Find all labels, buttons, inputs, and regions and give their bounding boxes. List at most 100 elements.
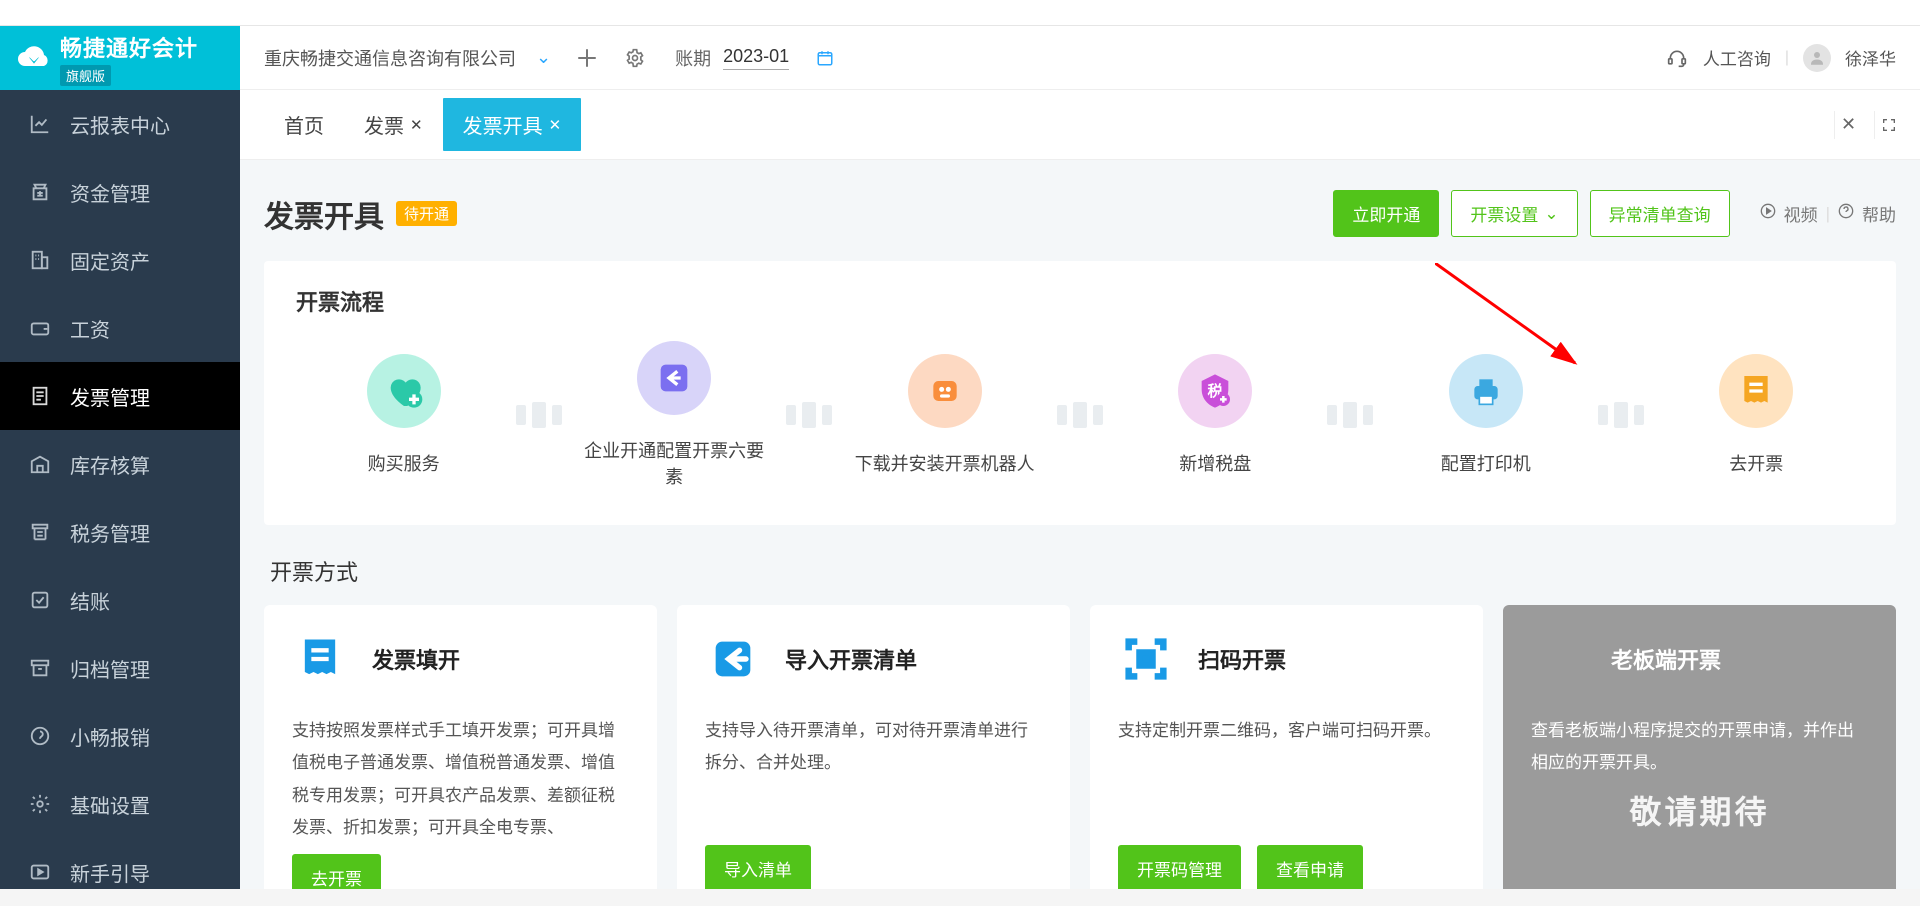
- brand-name: 畅捷通好会计: [60, 31, 198, 63]
- headset-icon[interactable]: [1665, 46, 1689, 70]
- card-title: 发票填开: [372, 643, 460, 675]
- method-card-4: 老板端开票查看老板端小程序提交的开票申请，并作出相应的开票开具。敬请期待: [1503, 605, 1896, 889]
- sidebar-item-invoice[interactable]: 发票管理: [0, 362, 240, 430]
- sidebar-item-guide[interactable]: 新手引导: [0, 838, 240, 906]
- card-desc: 支持导入待开票清单，可对待开票清单进行拆分、合并处理。: [705, 715, 1042, 835]
- card-desc: 支持定制开票二维码，客户端可扫码开票。: [1118, 715, 1455, 835]
- flow-panel: 开票流程 购买服务企业开通配置开票六要素下载并安装开票机器人税新增税盘配置打印机…: [264, 261, 1896, 525]
- tab-发票[interactable]: 发票✕: [344, 98, 443, 151]
- tab-发票开具[interactable]: 发票开具✕: [443, 98, 582, 151]
- scan-icon: [1118, 631, 1174, 687]
- card-action-button[interactable]: 导入清单: [705, 845, 811, 889]
- heart-plus-icon: [367, 354, 441, 428]
- exception-query-button[interactable]: 异常清单查询: [1590, 190, 1730, 237]
- card-action-button[interactable]: 查看申请: [1257, 845, 1363, 889]
- chevron-down-icon: ⌄: [536, 47, 551, 68]
- consult-link[interactable]: 人工咨询: [1703, 45, 1771, 70]
- flow-step-6[interactable]: 去开票: [1661, 354, 1851, 476]
- username[interactable]: 徐泽华: [1845, 45, 1896, 70]
- calendar-icon[interactable]: [813, 46, 837, 70]
- flow-connector: [1598, 402, 1644, 428]
- sidebar-item-label: 税务管理: [70, 518, 150, 547]
- sidebar-item-chart[interactable]: 云报表中心: [0, 90, 240, 158]
- chart-icon: [28, 112, 52, 136]
- method-card-3: 扫码开票支持定制开票二维码，客户端可扫码开票。开票码管理查看申请: [1090, 605, 1483, 889]
- fullscreen-icon[interactable]: [1874, 111, 1902, 139]
- receipt-icon: [1719, 354, 1793, 428]
- flow-step-label: 下载并安装开票机器人: [855, 450, 1035, 476]
- method-card-1: 发票填开支持按照发票样式手工填开发票；可开具增值税电子普通发票、增值税普通发票、…: [264, 605, 657, 889]
- coming-soon-overlay: 敬请期待: [1503, 787, 1896, 833]
- robot-icon: [908, 354, 982, 428]
- card-title: 扫码开票: [1198, 643, 1286, 675]
- sidebar-item-money[interactable]: 资金管理: [0, 158, 240, 226]
- browser-chrome-spacer: [0, 0, 1920, 26]
- play-icon: [1760, 203, 1776, 224]
- flow-step-4[interactable]: 税新增税盘: [1120, 354, 1310, 476]
- close-icon[interactable]: ✕: [549, 116, 562, 134]
- main-content: 发票开具 待开通 立即开通 开票设置 ⌄ 异常清单查询 视频 | 帮助 开票流程…: [240, 160, 1920, 889]
- close-book-icon: [28, 588, 52, 612]
- card-title: 导入开票清单: [785, 643, 917, 675]
- top-header: 重庆畅捷交通信息咨询有限公司 ⌄ 账期 2023-01 人工咨询 | 徐泽华: [240, 26, 1920, 90]
- guide-icon: [28, 860, 52, 884]
- flow-step-label: 配置打印机: [1441, 450, 1531, 476]
- status-badge: 待开通: [396, 201, 457, 226]
- sidebar: 畅捷通好会计 旗舰版 云报表中心资金管理固定资产工资发票管理库存核算税务管理结账…: [0, 26, 240, 889]
- video-link[interactable]: 视频: [1784, 201, 1818, 226]
- receipt-blue-icon: [292, 631, 348, 687]
- sidebar-item-wallet[interactable]: 工资: [0, 294, 240, 362]
- sidebar-item-label: 固定资产: [70, 246, 150, 275]
- reimburse-icon: [28, 724, 52, 748]
- avatar[interactable]: [1803, 44, 1831, 72]
- flow-step-label: 购买服务: [368, 450, 440, 476]
- open-now-button[interactable]: 立即开通: [1333, 190, 1439, 237]
- chevron-down-icon: ⌄: [1544, 204, 1558, 224]
- help-link[interactable]: 帮助: [1862, 201, 1896, 226]
- sidebar-item-label: 小畅报销: [70, 722, 150, 751]
- sidebar-item-archive[interactable]: 归档管理: [0, 634, 240, 702]
- sidebar-item-label: 工资: [70, 314, 110, 343]
- building-icon: [28, 248, 52, 272]
- card-icon: [1531, 631, 1587, 687]
- tab-首页[interactable]: 首页: [264, 98, 344, 151]
- sidebar-item-label: 归档管理: [70, 654, 150, 683]
- sidebar-item-label: 基础设置: [70, 790, 150, 819]
- gear-icon[interactable]: [623, 46, 647, 70]
- wallet-icon: [28, 316, 52, 340]
- invoice-settings-button[interactable]: 开票设置 ⌄: [1451, 190, 1577, 237]
- printer-icon: [1449, 354, 1523, 428]
- edition-badge: 旗舰版: [60, 65, 111, 86]
- archive-icon: [28, 656, 52, 680]
- page-title: 发票开具: [264, 192, 384, 236]
- add-button[interactable]: [575, 46, 599, 70]
- invoice-icon: [28, 384, 52, 408]
- sidebar-item-warehouse[interactable]: 库存核算: [0, 430, 240, 498]
- company-selector[interactable]: 重庆畅捷交通信息咨询有限公司 ⌄: [264, 45, 551, 71]
- cloud-logo-icon: [16, 40, 52, 76]
- flow-step-3[interactable]: 下载并安装开票机器人: [850, 354, 1040, 476]
- sidebar-item-close-book[interactable]: 结账: [0, 566, 240, 634]
- flow-connector: [516, 402, 562, 428]
- flow-step-label: 去开票: [1729, 450, 1783, 476]
- import-icon: [705, 631, 761, 687]
- method-card-2: 导入开票清单支持导入待开票清单，可对待开票清单进行拆分、合并处理。导入清单: [677, 605, 1070, 889]
- sidebar-item-building[interactable]: 固定资产: [0, 226, 240, 294]
- card-action-button[interactable]: 去开票: [292, 854, 381, 889]
- flow-connector: [1057, 402, 1103, 428]
- card-action-button[interactable]: 开票码管理: [1118, 845, 1241, 889]
- flow-step-2[interactable]: 企业开通配置开票六要素: [579, 341, 769, 489]
- sidebar-item-reimburse[interactable]: 小畅报销: [0, 702, 240, 770]
- tab-close-all[interactable]: ✕: [1834, 111, 1862, 139]
- close-icon[interactable]: ✕: [410, 116, 423, 134]
- warehouse-icon: [28, 452, 52, 476]
- flow-step-label: 企业开通配置开票六要素: [579, 437, 769, 489]
- card-desc: 支持按照发票样式手工填开发票；可开具增值税电子普通发票、增值税普通发票、增值税专…: [292, 715, 629, 844]
- card-title: 老板端开票: [1611, 643, 1721, 675]
- period-value[interactable]: 2023-01: [723, 46, 789, 70]
- sidebar-item-tax[interactable]: 税务管理: [0, 498, 240, 566]
- sidebar-item-settings[interactable]: 基础设置: [0, 770, 240, 838]
- flow-step-1[interactable]: 购买服务: [309, 354, 499, 476]
- flow-step-5[interactable]: 配置打印机: [1391, 354, 1581, 476]
- money-icon: [28, 180, 52, 204]
